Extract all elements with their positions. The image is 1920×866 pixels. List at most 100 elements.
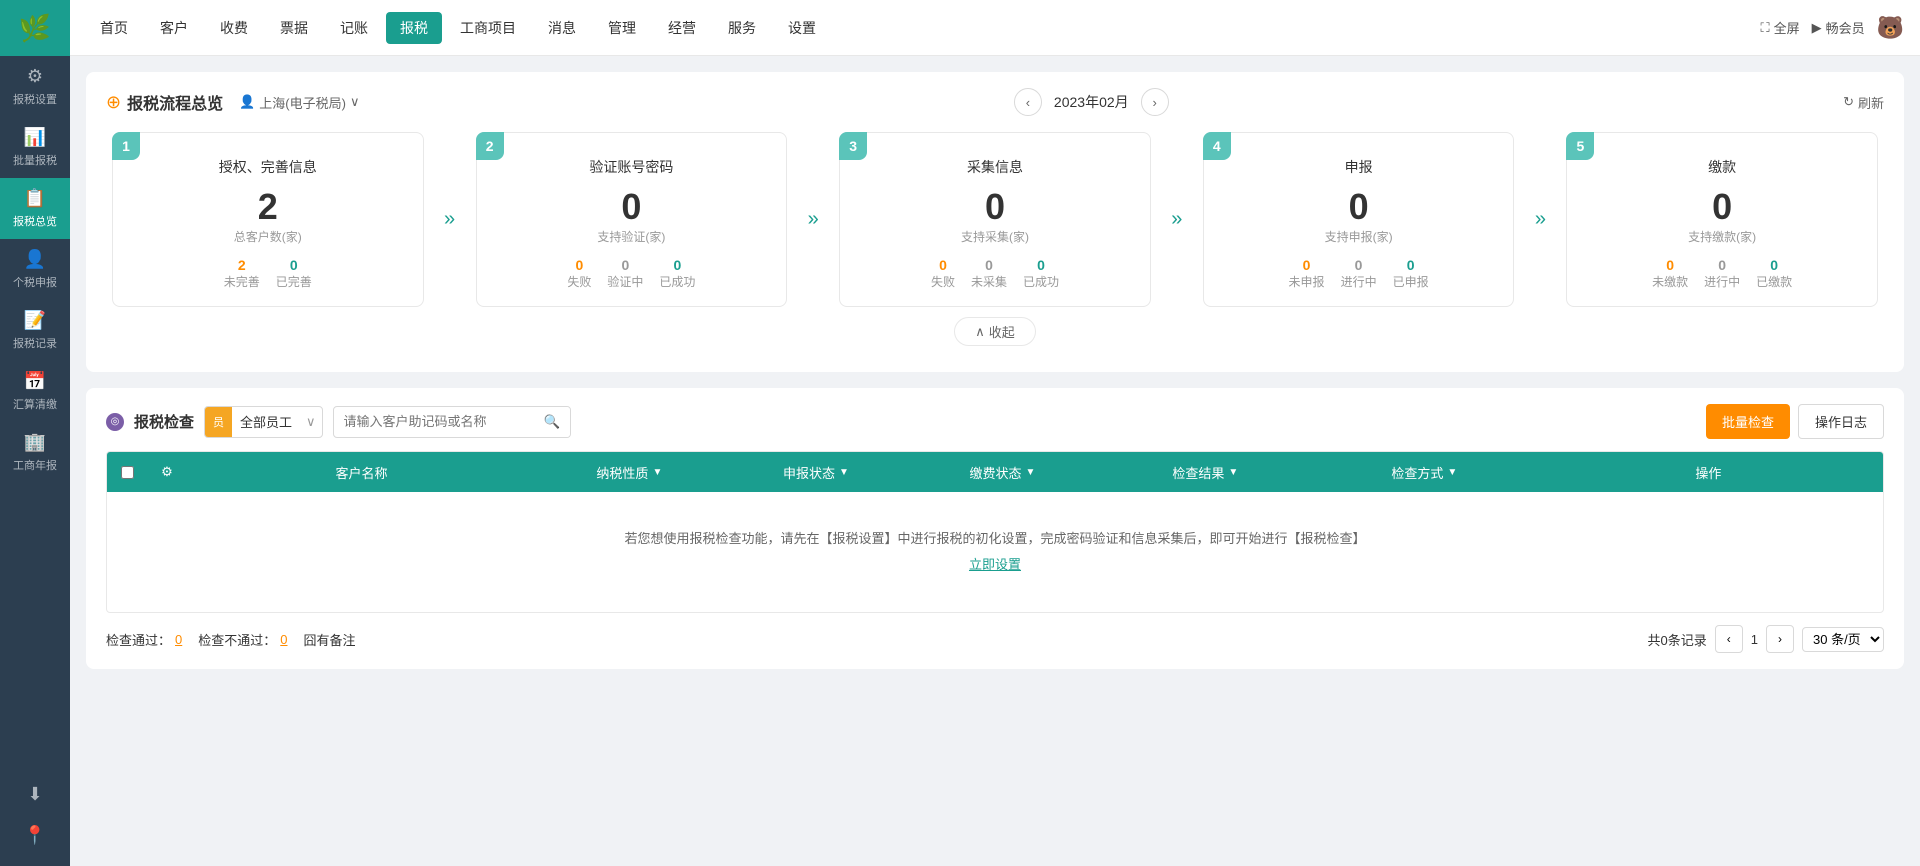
month-nav: ‹ 2023年02月 ›: [1014, 88, 1169, 116]
select-all-checkbox[interactable]: [121, 466, 134, 479]
th-checkbox[interactable]: [107, 452, 147, 492]
topnav: 首页 客户 收费 票据 记账 报税 工商项目 消息 管理 经营 服务 设置 ⛶ …: [70, 0, 1920, 56]
sidebar-item-personal[interactable]: 👤 个税申报: [0, 239, 70, 300]
overview-location[interactable]: 👤 上海(电子税局) ∨: [239, 93, 359, 112]
step-card-5: 5 缴款 0 支持缴款(家) 0 未缴款 0 进行中: [1566, 132, 1878, 307]
empty-text: 若您想使用报税检查功能，请先在【报税设置】中进行报税的初化设置，完成密码验证和信…: [624, 526, 1365, 552]
next-month-btn[interactable]: ›: [1141, 88, 1169, 116]
overview-title: 报税流程总览: [127, 90, 223, 114]
nav-account[interactable]: 记账: [326, 12, 382, 44]
step-unit-3: 支持采集(家): [856, 228, 1134, 245]
collapse-row: ∧ 收起: [106, 317, 1884, 346]
refresh-btn[interactable]: ↻ 刷新: [1843, 93, 1884, 112]
search-button[interactable]: 🔍: [534, 407, 571, 437]
footer-note: 囧有备注: [304, 630, 356, 649]
filter-icon: 员: [205, 407, 232, 437]
location-icon: 📍: [24, 825, 46, 846]
nav-manage[interactable]: 管理: [594, 12, 650, 44]
sidebar-item-records[interactable]: 📝 报税记录: [0, 300, 70, 361]
stat-val-2-0: 0: [575, 257, 583, 273]
avatar: 🐻: [1877, 15, 1904, 41]
sidebar-bottom: ⬇ 📍: [0, 774, 70, 866]
footer-pass: 检查通过： 0: [106, 630, 182, 649]
nav-business[interactable]: 工商项目: [446, 12, 530, 44]
sidebar-item-annualtax[interactable]: 📅 汇算清缴: [0, 361, 70, 422]
fail-count[interactable]: 0: [280, 632, 287, 647]
month-display: 2023年02月: [1054, 92, 1129, 112]
fullscreen-btn[interactable]: ⛶ 全屏: [1760, 18, 1799, 37]
pass-count[interactable]: 0: [175, 632, 182, 647]
step-stat-5-2: 0 已缴款: [1756, 257, 1792, 290]
nav-invoice[interactable]: 票据: [266, 12, 322, 44]
stat-val-4-2: 0: [1407, 257, 1415, 273]
page-size-select[interactable]: 30 条/页: [1802, 627, 1884, 652]
step-stat-4-0: 0 未申报: [1289, 257, 1325, 290]
sidebar-item-batchtax[interactable]: 📊 批量报税: [0, 117, 70, 178]
prev-month-btn[interactable]: ‹: [1014, 88, 1042, 116]
stat-label-2-1: 验证中: [607, 273, 643, 290]
stat-label-5-0: 未缴款: [1652, 273, 1688, 290]
table-footer: 检查通过： 0 检查不通过： 0 囧有备注 共0条记录 ‹ 1 › 30 条/页: [106, 625, 1884, 653]
footer-fail: 检查不通过： 0: [198, 630, 287, 649]
step-stat-2-1: 0 验证中: [607, 257, 643, 290]
step-card-4: 4 申报 0 支持申报(家) 0 未申报 0 进行中: [1203, 132, 1515, 307]
step-stat-1-1: 0 已完善: [276, 257, 312, 290]
step-stat-5-1: 0 进行中: [1704, 257, 1740, 290]
overview-header: ⊕ 报税流程总览 👤 上海(电子税局) ∨ ‹ 2023年02月 › ↻ 刷新: [106, 88, 1884, 116]
th-action: 操作: [1534, 452, 1883, 492]
overview-plus-icon: ⊕: [106, 92, 121, 113]
nav-settings[interactable]: 设置: [774, 12, 830, 44]
stat-label-4-2: 已申报: [1393, 273, 1429, 290]
sidebar-item-taxsettings[interactable]: ⚙ 报税设置: [0, 56, 70, 117]
sidebar-item-overview[interactable]: 📋 报税总览: [0, 178, 70, 239]
th-check-result: 检查结果 ▼: [1096, 452, 1315, 492]
step-stat-3-1: 0 未采集: [971, 257, 1007, 290]
stat-label-1-1: 已完善: [276, 273, 312, 290]
operation-log-btn[interactable]: 操作日志: [1798, 404, 1884, 439]
vip-btn[interactable]: ▶ 畅会员: [1812, 18, 1865, 37]
stat-val-3-1: 0: [985, 257, 993, 273]
annualtax-icon: 📅: [24, 371, 46, 392]
next-page-btn[interactable]: ›: [1766, 625, 1794, 653]
step-badge-1: 1: [112, 132, 140, 160]
check-header: ◎ 报税检查 员 全部员工 ∨ 🔍 批量检查 操作日志: [106, 404, 1884, 439]
prev-page-btn[interactable]: ‹: [1715, 625, 1743, 653]
app-logo: 🌿: [0, 0, 70, 56]
search-input[interactable]: [334, 414, 534, 429]
step-stat-3-2: 0 已成功: [1023, 257, 1059, 290]
stat-val-2-2: 0: [674, 257, 682, 273]
nav-tax[interactable]: 报税: [386, 12, 442, 44]
nav-message[interactable]: 消息: [534, 12, 590, 44]
step-count-4: 0: [1220, 185, 1498, 228]
step-stats-3: 0 失败 0 未采集 0 已成功: [856, 257, 1134, 290]
step-unit-4: 支持申报(家): [1220, 228, 1498, 245]
nav-home[interactable]: 首页: [86, 12, 142, 44]
stat-label-3-1: 未采集: [971, 273, 1007, 290]
nav-service[interactable]: 服务: [714, 12, 770, 44]
stat-val-4-1: 0: [1355, 257, 1363, 273]
current-page: 1: [1751, 632, 1758, 647]
employee-filter[interactable]: 员 全部员工 ∨: [204, 406, 323, 438]
immediate-setup-link[interactable]: 立即设置: [969, 557, 1021, 572]
sidebar-label-annual: 工商年报: [13, 457, 57, 473]
batch-check-btn[interactable]: 批量检查: [1706, 404, 1790, 439]
pass-label: 检查通过：: [106, 630, 171, 649]
th-name: 客户名称: [187, 452, 536, 492]
stat-label-1-0: 未完善: [224, 273, 260, 290]
sidebar-item-annual[interactable]: 🏢 工商年报: [0, 422, 70, 483]
fail-label: 检查不通过：: [198, 630, 276, 649]
step-unit-1: 总客户数(家): [129, 228, 407, 245]
th-gear[interactable]: ⚙: [147, 452, 187, 492]
nav-operation[interactable]: 经营: [654, 12, 710, 44]
collapse-btn[interactable]: ∧ 收起: [954, 317, 1036, 346]
location-text: 上海(电子税局): [259, 93, 346, 112]
stat-val-5-1: 0: [1718, 257, 1726, 273]
step-stat-4-2: 0 已申报: [1393, 257, 1429, 290]
stat-label-4-1: 进行中: [1341, 273, 1377, 290]
nav-fee[interactable]: 收费: [206, 12, 262, 44]
collapse-label: 收起: [989, 322, 1015, 341]
sidebar-item-location[interactable]: 📍: [0, 815, 70, 856]
nav-customer[interactable]: 客户: [146, 12, 202, 44]
stat-val-1-0: 2: [238, 257, 246, 273]
sidebar-item-download[interactable]: ⬇: [0, 774, 70, 815]
